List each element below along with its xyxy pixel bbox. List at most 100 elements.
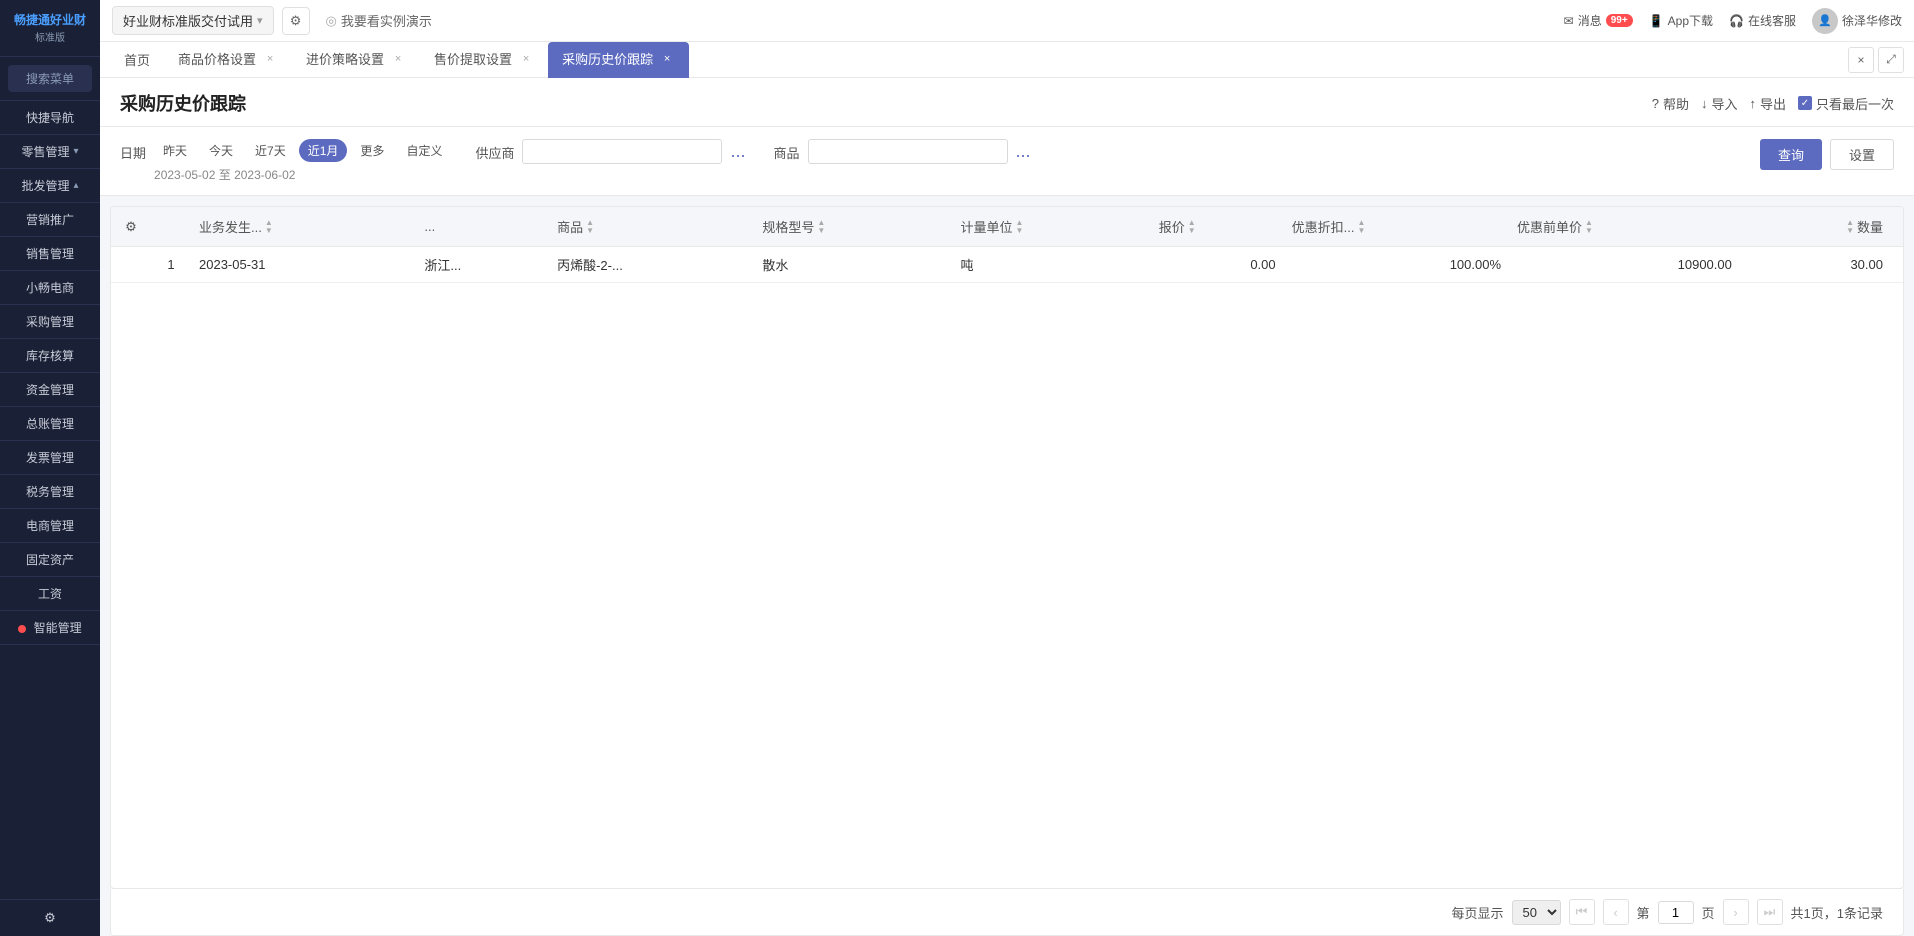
col-pre-discount-price-label: 优惠前单价 (1517, 217, 1582, 236)
sidebar-item-ecommerce-small[interactable]: 小畅电商 (0, 271, 100, 305)
sidebar-item-wholesale[interactable]: 批发管理 ▴ (0, 169, 100, 203)
tab-controls: × ⤢ (1848, 47, 1904, 73)
col-discount[interactable]: 优惠折扣... ▲▼ (1284, 207, 1509, 247)
tab-close-btn[interactable]: × (390, 51, 406, 67)
date-btn-group: 昨天 今天 近7天 近1月 更多 自定义 (154, 139, 451, 162)
online-service-btn[interactable]: 🎧 在线客服 (1729, 12, 1796, 29)
message-btn[interactable]: ✉ 消息 99+ (1564, 12, 1633, 29)
product-more-btn[interactable]: ... (1012, 141, 1035, 162)
checkbox-icon: ✓ (1798, 96, 1812, 110)
tab-close-btn[interactable]: × (518, 51, 534, 67)
sidebar-item-smart[interactable]: 智能管理 (0, 611, 100, 645)
only-last-toggle[interactable]: ✓ 只看最后一次 (1798, 94, 1894, 113)
settings-btn[interactable]: 设置 (1830, 139, 1894, 170)
date-range-display: 2023-05-02 至 2023-06-02 (154, 166, 451, 183)
col-spec-label: 规格型号 (762, 217, 814, 236)
first-page-btn[interactable]: ⏮ (1569, 899, 1595, 925)
supplier-more-btn[interactable]: ... (726, 141, 749, 162)
play-icon: ◎ (326, 13, 337, 29)
tab-close-btn[interactable]: × (659, 51, 675, 67)
tab-purchase-history[interactable]: 采购历史价跟踪 × (548, 42, 689, 78)
col-product[interactable]: 商品 ▲▼ (549, 207, 754, 247)
sidebar-item-accounting[interactable]: 总账管理 (0, 407, 100, 441)
filter-row: 日期 昨天 今天 近7天 近1月 更多 自定义 2023-05-02 至 202… (120, 139, 1894, 183)
app-download-btn[interactable]: 📱 App下载 (1649, 12, 1713, 29)
col-more[interactable]: ... (416, 207, 549, 247)
tab-sale-price[interactable]: 售价提取设置 × (420, 42, 548, 78)
import-label: 导入 (1711, 94, 1737, 113)
prev-page-btn[interactable]: ‹ (1603, 899, 1629, 925)
user-menu[interactable]: 👤 徐泽华修改 (1812, 8, 1902, 34)
sidebar-item-tax[interactable]: 税务管理 (0, 475, 100, 509)
sort-icon: ▲▼ (1357, 219, 1365, 235)
sidebar-item-retail[interactable]: 零售管理 ▾ (0, 135, 100, 169)
date-btn-yesterday[interactable]: 昨天 (154, 139, 196, 162)
tab-product-price[interactable]: 商品价格设置 × (164, 42, 292, 78)
cell-date: 2023-05-31 (191, 247, 416, 283)
app-download-label: App下载 (1668, 12, 1713, 29)
col-spec[interactable]: 规格型号 ▲▼ (754, 207, 952, 247)
col-quantity[interactable]: ▲▼ 数量 (1740, 207, 1903, 247)
sidebar-item-inventory[interactable]: 库存核算 (0, 339, 100, 373)
demo-btn[interactable]: ◎ 我要看实例演示 (326, 11, 432, 30)
sidebar-logo: 畅捷通好业财 标准版 (0, 0, 100, 57)
tab-expand-btn[interactable]: ⤢ (1878, 47, 1904, 73)
col-pre-discount-price[interactable]: 优惠前单价 ▲▼ (1509, 207, 1740, 247)
sidebar-bottom-settings[interactable]: ⚙ (0, 899, 100, 936)
sidebar-item-purchase[interactable]: 采购管理 (0, 305, 100, 339)
page-total: 共1页，1条记录 (1791, 903, 1883, 922)
sidebar-quick-nav[interactable]: 快捷导航 (0, 101, 100, 135)
dot-indicator (18, 625, 26, 633)
col-quote-label: 报价 (1159, 217, 1185, 236)
query-btn[interactable]: 查询 (1760, 139, 1822, 170)
product-input[interactable] (808, 139, 1008, 164)
cell-spec: 散水 (754, 247, 952, 283)
version-label: 好业财标准版交付试用 (123, 11, 253, 30)
sidebar-item-ecommerce[interactable]: 电商管理 (0, 509, 100, 543)
date-btn-more[interactable]: 更多 (351, 139, 393, 162)
sidebar-item-fixed-assets[interactable]: 固定资产 (0, 543, 100, 577)
tab-label: 商品价格设置 (178, 49, 256, 68)
sidebar-search-area[interactable]: 搜索菜单 (0, 57, 100, 101)
sidebar: 畅捷通好业财 标准版 搜索菜单 快捷导航 零售管理 ▾ 批发管理 ▴ 营销推广 … (0, 0, 100, 936)
date-btn-today[interactable]: 今天 (200, 139, 242, 162)
sort-icon: ▲▼ (1846, 219, 1854, 235)
gear-icon: ⚙ (290, 13, 302, 29)
gear-icon: ⚙ (125, 219, 137, 234)
tab-close-btn[interactable]: × (262, 51, 278, 67)
next-page-btn[interactable]: › (1723, 899, 1749, 925)
col-settings[interactable]: ⚙ (111, 207, 151, 247)
per-page-select[interactable]: 50 (1512, 900, 1561, 925)
version-selector[interactable]: 好业财标准版交付试用 ▾ (112, 6, 274, 35)
export-btn[interactable]: ↑ 导出 (1749, 94, 1786, 113)
date-btn-1month[interactable]: 近1月 (299, 139, 348, 162)
gear-icon: ⚙ (44, 910, 56, 925)
page-input[interactable] (1658, 901, 1694, 924)
user-icon: 👤 (1818, 14, 1832, 27)
sidebar-item-payroll[interactable]: 工资 (0, 577, 100, 611)
sidebar-item-finance[interactable]: 资金管理 (0, 373, 100, 407)
page-label-suffix: 页 (1702, 903, 1715, 922)
topbar-settings-btn[interactable]: ⚙ (282, 7, 310, 35)
cell-pre-discount-price: 10900.00 (1509, 247, 1740, 283)
col-date[interactable]: 业务发生... ▲▼ (191, 207, 416, 247)
date-btn-7days[interactable]: 近7天 (246, 139, 295, 162)
col-unit-label: 计量单位 (961, 217, 1013, 236)
tab-home-label: 首页 (124, 50, 150, 69)
help-btn[interactable]: ? 帮助 (1652, 94, 1689, 113)
col-unit[interactable]: 计量单位 ▲▼ (953, 207, 1151, 247)
import-btn[interactable]: ↓ 导入 (1701, 94, 1738, 113)
sort-icon: ▲▼ (817, 219, 825, 235)
tab-home[interactable]: 首页 (110, 42, 164, 78)
search-menu-btn[interactable]: 搜索菜单 (8, 65, 92, 92)
cell-product: 丙烯酸-2-... (549, 247, 754, 283)
sidebar-item-invoice[interactable]: 发票管理 (0, 441, 100, 475)
tab-close-current-btn[interactable]: × (1848, 47, 1874, 73)
last-page-btn[interactable]: ⏭ (1757, 899, 1783, 925)
date-btn-custom[interactable]: 自定义 (397, 139, 451, 162)
sidebar-item-marketing[interactable]: 营销推广 (0, 203, 100, 237)
supplier-input[interactable] (522, 139, 722, 164)
col-quote[interactable]: 报价 ▲▼ (1151, 207, 1284, 247)
tab-purchase-strategy[interactable]: 进价策略设置 × (292, 42, 420, 78)
sidebar-item-sales[interactable]: 销售管理 (0, 237, 100, 271)
